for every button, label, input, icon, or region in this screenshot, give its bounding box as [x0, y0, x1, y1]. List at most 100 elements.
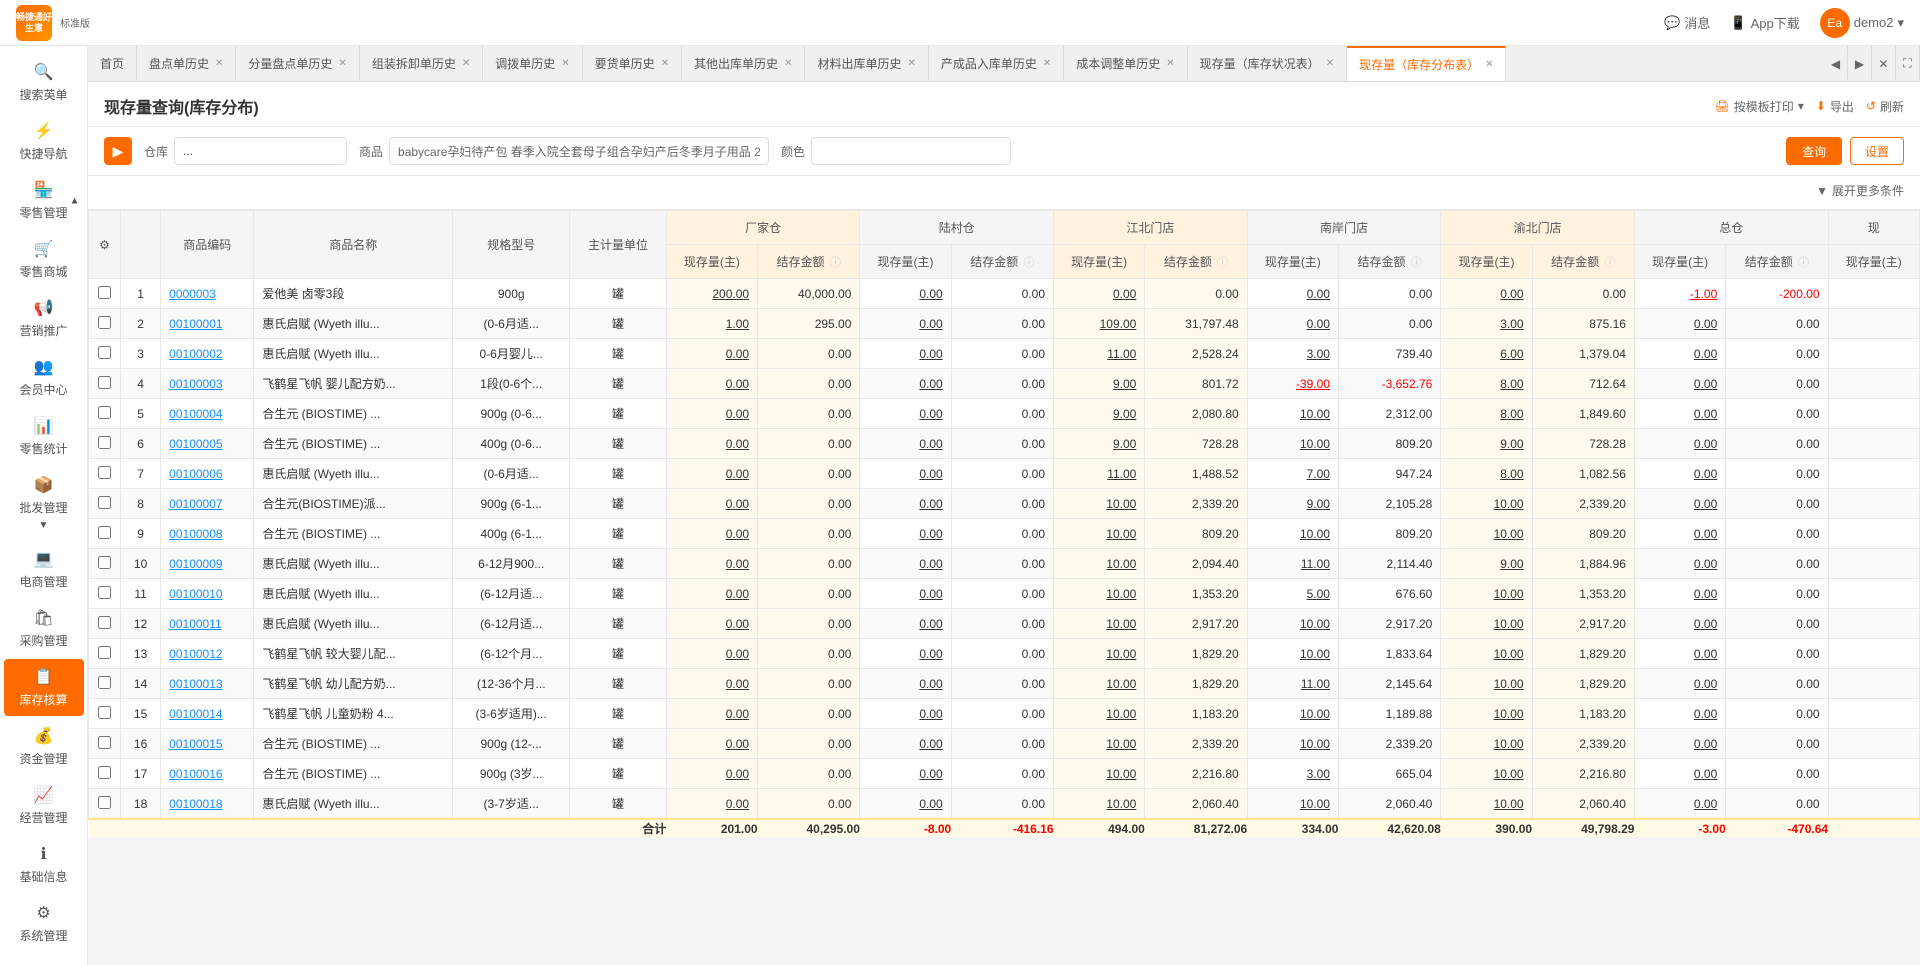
row-code[interactable]: 00100015: [161, 729, 254, 759]
sidebar-item-retail-mgr[interactable]: 🏪 零售管理 ▲: [4, 172, 84, 229]
info-icon[interactable]: ⓘ: [1411, 257, 1422, 269]
row-yb-qty[interactable]: 8.00: [1441, 399, 1532, 429]
tab-close-icon[interactable]: ✕: [1166, 58, 1174, 69]
sidebar-item-system[interactable]: ⚙ 系统管理: [4, 895, 84, 952]
row-lc-qty[interactable]: 0.00: [860, 579, 951, 609]
row-na-qty[interactable]: 10.00: [1247, 699, 1338, 729]
tab-cost-adjust[interactable]: 成本调整单历史 ✕: [1064, 46, 1187, 82]
row-lc-qty[interactable]: 0.00: [860, 399, 951, 429]
row-na-qty[interactable]: 0.00: [1247, 309, 1338, 339]
sidebar-item-member[interactable]: 👥 会员中心: [4, 349, 84, 406]
row-code[interactable]: 00100009: [161, 549, 254, 579]
sidebar-item-ecom[interactable]: 💻 电商管理: [4, 541, 84, 598]
row-lc-qty[interactable]: 0.00: [860, 489, 951, 519]
row-yb-qty[interactable]: 6.00: [1441, 339, 1532, 369]
row-yb-qty[interactable]: 10.00: [1441, 489, 1532, 519]
sidebar-item-operations[interactable]: 📈 经营管理: [4, 777, 84, 834]
row-zc-qty[interactable]: 0.00: [1634, 549, 1725, 579]
row-select[interactable]: [89, 519, 121, 549]
row-lc-qty[interactable]: 0.00: [860, 699, 951, 729]
row-zc-qty[interactable]: 0.00: [1634, 369, 1725, 399]
tab-close-icon[interactable]: ✕: [1043, 58, 1051, 69]
row-jb-qty[interactable]: 10.00: [1054, 489, 1145, 519]
tab-close-icon[interactable]: ✕: [462, 58, 470, 69]
tab-material-outbound[interactable]: 材料出库单历史 ✕: [805, 46, 928, 82]
row-cj-qty[interactable]: 200.00: [666, 279, 757, 309]
row-na-qty[interactable]: 10.00: [1247, 609, 1338, 639]
row-lc-qty[interactable]: 0.00: [860, 789, 951, 820]
sidebar-item-store[interactable]: 🛒 零售商城: [4, 231, 84, 288]
row-lc-qty[interactable]: 0.00: [860, 339, 951, 369]
message-btn[interactable]: 💬 消息: [1664, 13, 1710, 32]
tab-assembly[interactable]: 组装拆卸单历史 ✕: [360, 46, 483, 82]
row-code[interactable]: 00100014: [161, 699, 254, 729]
row-na-qty[interactable]: 7.00: [1247, 459, 1338, 489]
info-icon[interactable]: ⓘ: [830, 257, 841, 269]
info-icon[interactable]: ⓘ: [1604, 257, 1615, 269]
row-code[interactable]: 00100001: [161, 309, 254, 339]
row-yb-qty[interactable]: 9.00: [1441, 549, 1532, 579]
row-na-qty[interactable]: 3.00: [1247, 339, 1338, 369]
row-lc-qty[interactable]: 0.00: [860, 639, 951, 669]
row-select[interactable]: [89, 369, 121, 399]
info-icon[interactable]: ⓘ: [1024, 257, 1035, 269]
row-zc-qty[interactable]: 0.00: [1634, 669, 1725, 699]
row-select[interactable]: [89, 609, 121, 639]
row-na-qty[interactable]: 10.00: [1247, 729, 1338, 759]
tab-close-icon[interactable]: ✕: [338, 58, 346, 69]
row-yb-qty[interactable]: 8.00: [1441, 459, 1532, 489]
tab-prev-btn[interactable]: ◀: [1824, 46, 1848, 82]
row-select[interactable]: [89, 759, 121, 789]
row-select[interactable]: [89, 699, 121, 729]
row-zc-qty[interactable]: -1.00: [1634, 279, 1725, 309]
tab-close-icon[interactable]: ✕: [1326, 58, 1334, 69]
row-cj-qty[interactable]: 0.00: [666, 429, 757, 459]
row-na-qty[interactable]: 0.00: [1247, 279, 1338, 309]
info-icon[interactable]: ⓘ: [1217, 257, 1228, 269]
tab-close-all-btn[interactable]: ✕: [1872, 46, 1896, 82]
row-code[interactable]: 00100010: [161, 579, 254, 609]
row-code[interactable]: 00100002: [161, 339, 254, 369]
row-jb-qty[interactable]: 10.00: [1054, 579, 1145, 609]
row-zc-qty[interactable]: 0.00: [1634, 639, 1725, 669]
color-input[interactable]: [811, 137, 1011, 165]
row-cj-qty[interactable]: 0.00: [666, 579, 757, 609]
row-jb-qty[interactable]: 10.00: [1054, 729, 1145, 759]
row-lc-qty[interactable]: 0.00: [860, 519, 951, 549]
row-jb-qty[interactable]: 9.00: [1054, 429, 1145, 459]
row-code[interactable]: 00100018: [161, 789, 254, 820]
row-zc-qty[interactable]: 0.00: [1634, 729, 1725, 759]
row-zc-qty[interactable]: 0.00: [1634, 339, 1725, 369]
row-code[interactable]: 00100006: [161, 459, 254, 489]
row-cj-qty[interactable]: 0.00: [666, 519, 757, 549]
row-yb-qty[interactable]: 10.00: [1441, 789, 1532, 820]
row-yb-qty[interactable]: 10.00: [1441, 669, 1532, 699]
app-download-btn[interactable]: 📱 App下载: [1730, 13, 1799, 32]
row-select[interactable]: [89, 729, 121, 759]
sidebar-item-collab[interactable]: 🤝 企业协同: [4, 954, 84, 965]
row-jb-qty[interactable]: 10.00: [1054, 789, 1145, 820]
tab-product-inbound[interactable]: 产成品入库单历史 ✕: [929, 46, 1064, 82]
row-code[interactable]: 0000003: [161, 279, 254, 309]
sidebar-item-finance[interactable]: 💰 资金管理: [4, 718, 84, 775]
row-select[interactable]: [89, 339, 121, 369]
print-btn[interactable]: 🖨 按模板打印 ▾: [1715, 98, 1804, 115]
row-lc-qty[interactable]: 0.00: [860, 759, 951, 789]
row-select[interactable]: [89, 459, 121, 489]
refresh-btn[interactable]: ↺ 刷新: [1866, 98, 1904, 115]
goods-input[interactable]: [389, 137, 769, 165]
row-cj-qty[interactable]: 1.00: [666, 309, 757, 339]
row-na-qty[interactable]: 10.00: [1247, 789, 1338, 820]
sidebar-item-basic[interactable]: ℹ 基础信息: [4, 836, 84, 893]
sidebar-item-search[interactable]: 🔍 搜索英单: [4, 54, 84, 111]
row-cj-qty[interactable]: 0.00: [666, 459, 757, 489]
row-na-qty[interactable]: 10.00: [1247, 519, 1338, 549]
row-select[interactable]: [89, 279, 121, 309]
row-yb-qty[interactable]: 10.00: [1441, 609, 1532, 639]
expand-filter-btn[interactable]: ▶: [104, 137, 132, 165]
row-na-qty[interactable]: 10.00: [1247, 399, 1338, 429]
query-button[interactable]: 查询: [1786, 137, 1842, 165]
info-icon[interactable]: ⓘ: [1798, 257, 1809, 269]
row-zc-qty[interactable]: 0.00: [1634, 309, 1725, 339]
tab-close-icon[interactable]: ✕: [907, 58, 915, 69]
